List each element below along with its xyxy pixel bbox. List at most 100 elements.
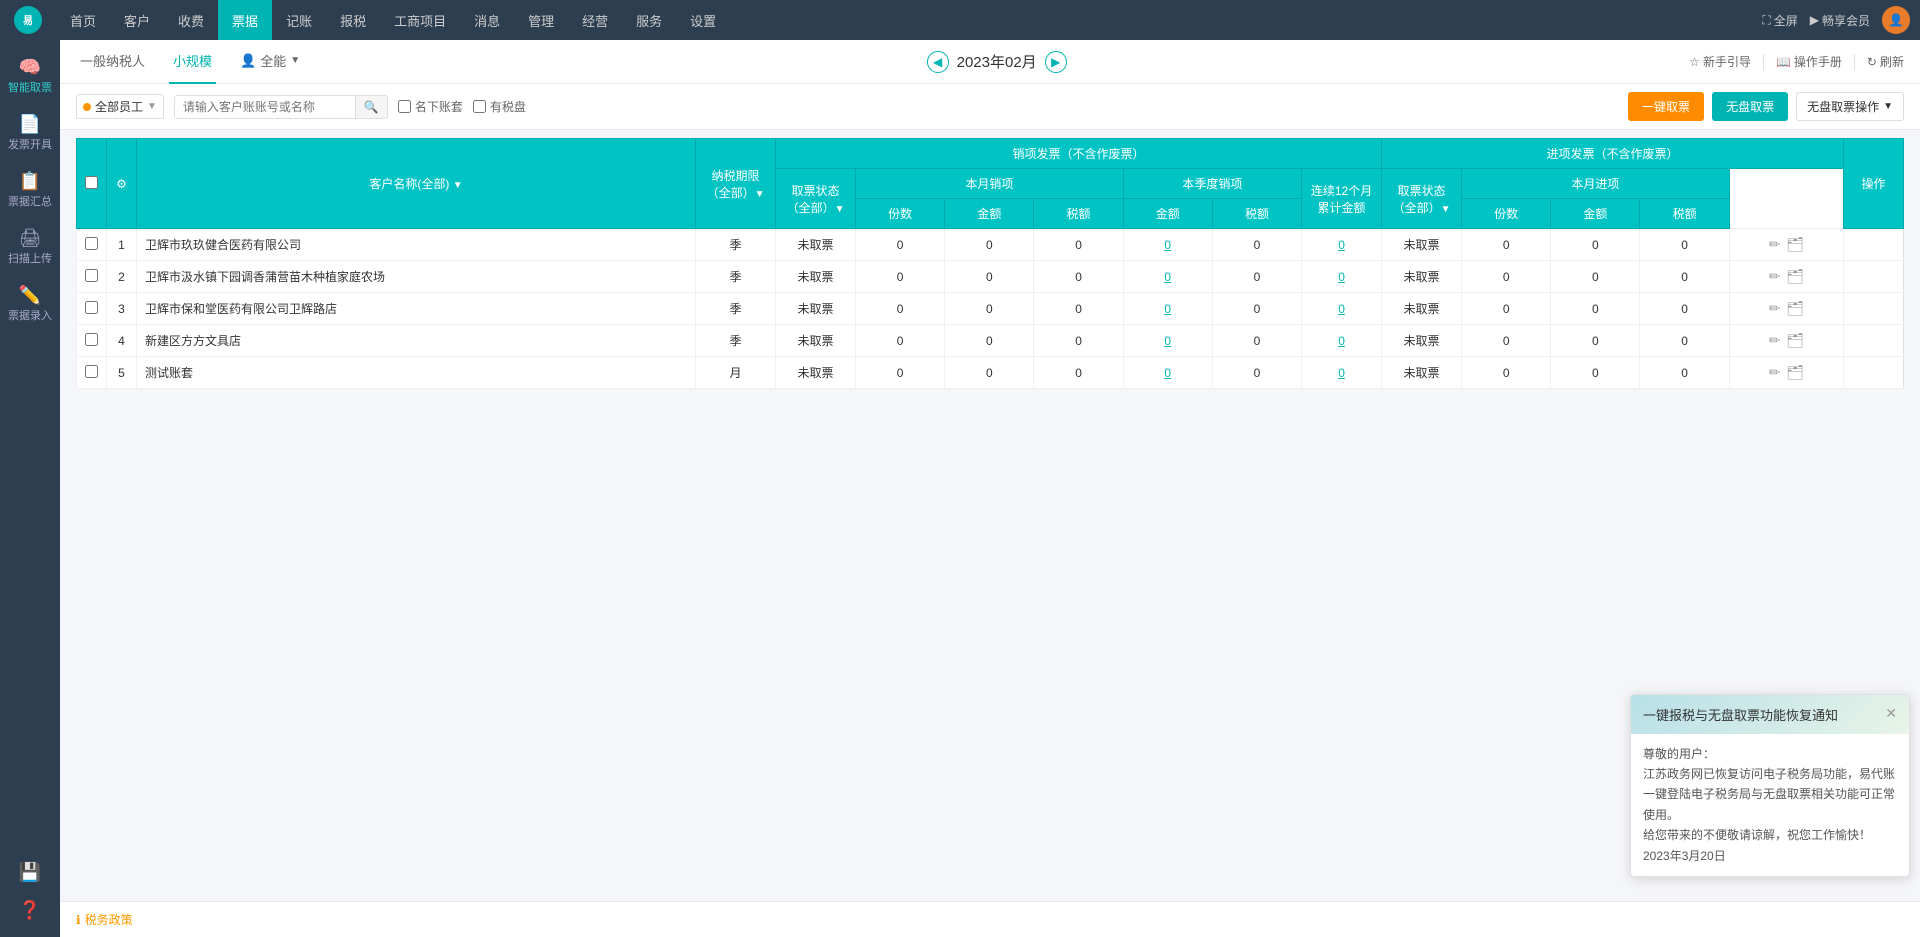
row-lian-xu-3: 0 bbox=[1302, 325, 1382, 357]
view-icon-3[interactable]: 🗂 bbox=[1786, 332, 1804, 349]
main-table: ⚙ 客户名称(全部) ▼ 纳税期限（全部）▼ 销项发票（不含作废票） 进项发票（… bbox=[76, 138, 1904, 389]
row-xiao-shui-1: 0 bbox=[1034, 261, 1123, 293]
row-checkbox-1[interactable] bbox=[77, 261, 107, 293]
row-check-3[interactable] bbox=[85, 333, 98, 346]
nav-fee[interactable]: 收费 bbox=[164, 0, 218, 40]
tab-all-label: 全能 bbox=[260, 51, 286, 70]
nav-message[interactable]: 消息 bbox=[460, 0, 514, 40]
circle-info-icon: ℹ bbox=[76, 913, 81, 927]
row-ji-shui-0: 0 bbox=[1212, 229, 1301, 261]
employee-select[interactable]: 全部员工 ▼ bbox=[76, 94, 164, 119]
mingxia-checkbox-label[interactable]: 名下账套 bbox=[398, 98, 463, 115]
th-xiao-fen: 份数 bbox=[856, 199, 945, 229]
row-jin-jin-0: 0 bbox=[1551, 229, 1640, 261]
mingxia-checkbox[interactable] bbox=[398, 100, 411, 113]
row-xiao-status-1: 未取票 bbox=[776, 261, 856, 293]
row-no-0: 1 bbox=[107, 229, 137, 261]
sidebar-item-download[interactable]: 💾 bbox=[2, 855, 58, 889]
entry-icon: ✏️ bbox=[19, 286, 41, 304]
row-period-4: 月 bbox=[696, 357, 776, 389]
table-row: 5 测试账套 月 未取票 0 0 0 0 0 0 未取票 0 0 0 ✏ 🗂 bbox=[77, 357, 1904, 389]
divider-2 bbox=[1854, 54, 1855, 70]
row-check-1[interactable] bbox=[85, 269, 98, 282]
row-jin-status-1: 未取票 bbox=[1382, 261, 1462, 293]
settings-icon[interactable]: ⚙ bbox=[116, 177, 127, 191]
sidebar-item-summary[interactable]: 📋 票据汇总 bbox=[2, 164, 58, 217]
nav-client[interactable]: 客户 bbox=[110, 0, 164, 40]
sidebar-item-help[interactable]: ❓ bbox=[2, 893, 58, 927]
tab-all[interactable]: 👤 全能 ▼ bbox=[236, 40, 304, 84]
search-icon: 🔍 bbox=[364, 100, 379, 114]
manual-btn[interactable]: 📖 操作手册 bbox=[1776, 53, 1842, 70]
row-jin-status-2: 未取票 bbox=[1382, 293, 1462, 325]
edit-icon-0[interactable]: ✏ bbox=[1769, 236, 1781, 253]
row-jin-fen-3: 0 bbox=[1462, 325, 1551, 357]
sidebar-item-entry[interactable]: ✏️ 票据录入 bbox=[2, 278, 58, 331]
guide-label: 新手引导 bbox=[1703, 53, 1751, 70]
tab-general-taxpayer[interactable]: 一般纳税人 bbox=[76, 40, 149, 84]
view-icon-4[interactable]: 🗂 bbox=[1786, 364, 1804, 381]
mingxia-label: 名下账套 bbox=[415, 98, 463, 115]
nav-settings[interactable]: 设置 bbox=[676, 0, 730, 40]
edit-icon-1[interactable]: ✏ bbox=[1769, 268, 1781, 285]
row-checkbox-2[interactable] bbox=[77, 293, 107, 325]
member-btn[interactable]: ▶ 畅享会员 bbox=[1810, 12, 1870, 29]
row-check-0[interactable] bbox=[85, 237, 98, 250]
nav-manage[interactable]: 管理 bbox=[514, 0, 568, 40]
avatar[interactable]: 👤 bbox=[1882, 6, 1910, 34]
search-input[interactable] bbox=[175, 96, 355, 118]
row-check-4[interactable] bbox=[85, 365, 98, 378]
taxpan-checkbox[interactable] bbox=[473, 100, 486, 113]
nav-ticket[interactable]: 票据 bbox=[218, 0, 272, 40]
taxpan-checkbox-label[interactable]: 有税盘 bbox=[473, 98, 526, 115]
row-ji-shui-2: 0 bbox=[1212, 293, 1301, 325]
view-icon-0[interactable]: 🗂 bbox=[1786, 236, 1804, 253]
manual-label: 操作手册 bbox=[1794, 53, 1842, 70]
nav-business[interactable]: 工商项目 bbox=[380, 0, 460, 40]
edit-icon-2[interactable]: ✏ bbox=[1769, 300, 1781, 317]
th-ops: 操作 bbox=[1844, 139, 1904, 229]
select-all-checkbox[interactable] bbox=[85, 176, 98, 189]
view-icon-2[interactable]: 🗂 bbox=[1786, 300, 1804, 317]
no-disk-ticket-btn[interactable]: 无盘取票 bbox=[1712, 92, 1788, 121]
tax-policy-link[interactable]: 税务政策 bbox=[85, 911, 133, 928]
th-checkbox bbox=[77, 139, 107, 229]
employee-dot bbox=[83, 103, 91, 111]
no-disk-ops-btn[interactable]: 无盘取票操作 ▼ bbox=[1796, 92, 1904, 121]
table-row: 1 卫辉市玖玖健合医药有限公司 季 未取票 0 0 0 0 0 0 未取票 0 … bbox=[77, 229, 1904, 261]
manual-icon: 📖 bbox=[1776, 55, 1791, 69]
new-guide-btn[interactable]: ☆ 新手引导 bbox=[1689, 53, 1751, 70]
row-check-2[interactable] bbox=[85, 301, 98, 314]
nav-service[interactable]: 服务 bbox=[622, 0, 676, 40]
nav-account[interactable]: 记账 bbox=[272, 0, 326, 40]
next-month-btn[interactable]: ▶ bbox=[1045, 51, 1067, 73]
search-button[interactable]: 🔍 bbox=[355, 96, 387, 118]
row-jin-fen-2: 0 bbox=[1462, 293, 1551, 325]
view-icon-1[interactable]: 🗂 bbox=[1786, 268, 1804, 285]
sidebar-item-label-3: 扫描上传 bbox=[8, 250, 52, 266]
refresh-btn[interactable]: ↻ 刷新 bbox=[1867, 53, 1904, 70]
nav-operation[interactable]: 经营 bbox=[568, 0, 622, 40]
edit-icon-4[interactable]: ✏ bbox=[1769, 364, 1781, 381]
row-xiao-status-3: 未取票 bbox=[776, 325, 856, 357]
fullscreen-btn[interactable]: ⛶ 全屏 bbox=[1762, 12, 1797, 29]
sub-header-actions: ☆ 新手引导 📖 操作手册 ↻ 刷新 bbox=[1689, 53, 1904, 70]
row-jin-fen-4: 0 bbox=[1462, 357, 1551, 389]
notification-close-btn[interactable]: ✕ bbox=[1885, 705, 1897, 722]
nav-tax[interactable]: 报税 bbox=[326, 0, 380, 40]
th-jin-fen: 份数 bbox=[1462, 199, 1551, 229]
tab-small-scale[interactable]: 小规模 bbox=[169, 40, 216, 84]
nav-home[interactable]: 首页 bbox=[56, 0, 110, 40]
sidebar-item-invoice-open[interactable]: 📄 发票开具 bbox=[2, 107, 58, 160]
row-checkbox-0[interactable] bbox=[77, 229, 107, 261]
sidebar-item-scan[interactable]: 🖨 扫描上传 bbox=[2, 221, 58, 274]
sidebar-item-smart-ticket[interactable]: 🧠 智能取票 bbox=[2, 50, 58, 103]
row-lian-xu-1: 0 bbox=[1302, 261, 1382, 293]
edit-icon-3[interactable]: ✏ bbox=[1769, 332, 1781, 349]
one-click-ticket-btn[interactable]: 一键取票 bbox=[1628, 92, 1704, 121]
row-xiao-jin-1: 0 bbox=[945, 261, 1034, 293]
prev-month-btn[interactable]: ◀ bbox=[927, 51, 949, 73]
row-ji-jin-3: 0 bbox=[1123, 325, 1212, 357]
row-checkbox-3[interactable] bbox=[77, 325, 107, 357]
row-checkbox-4[interactable] bbox=[77, 357, 107, 389]
